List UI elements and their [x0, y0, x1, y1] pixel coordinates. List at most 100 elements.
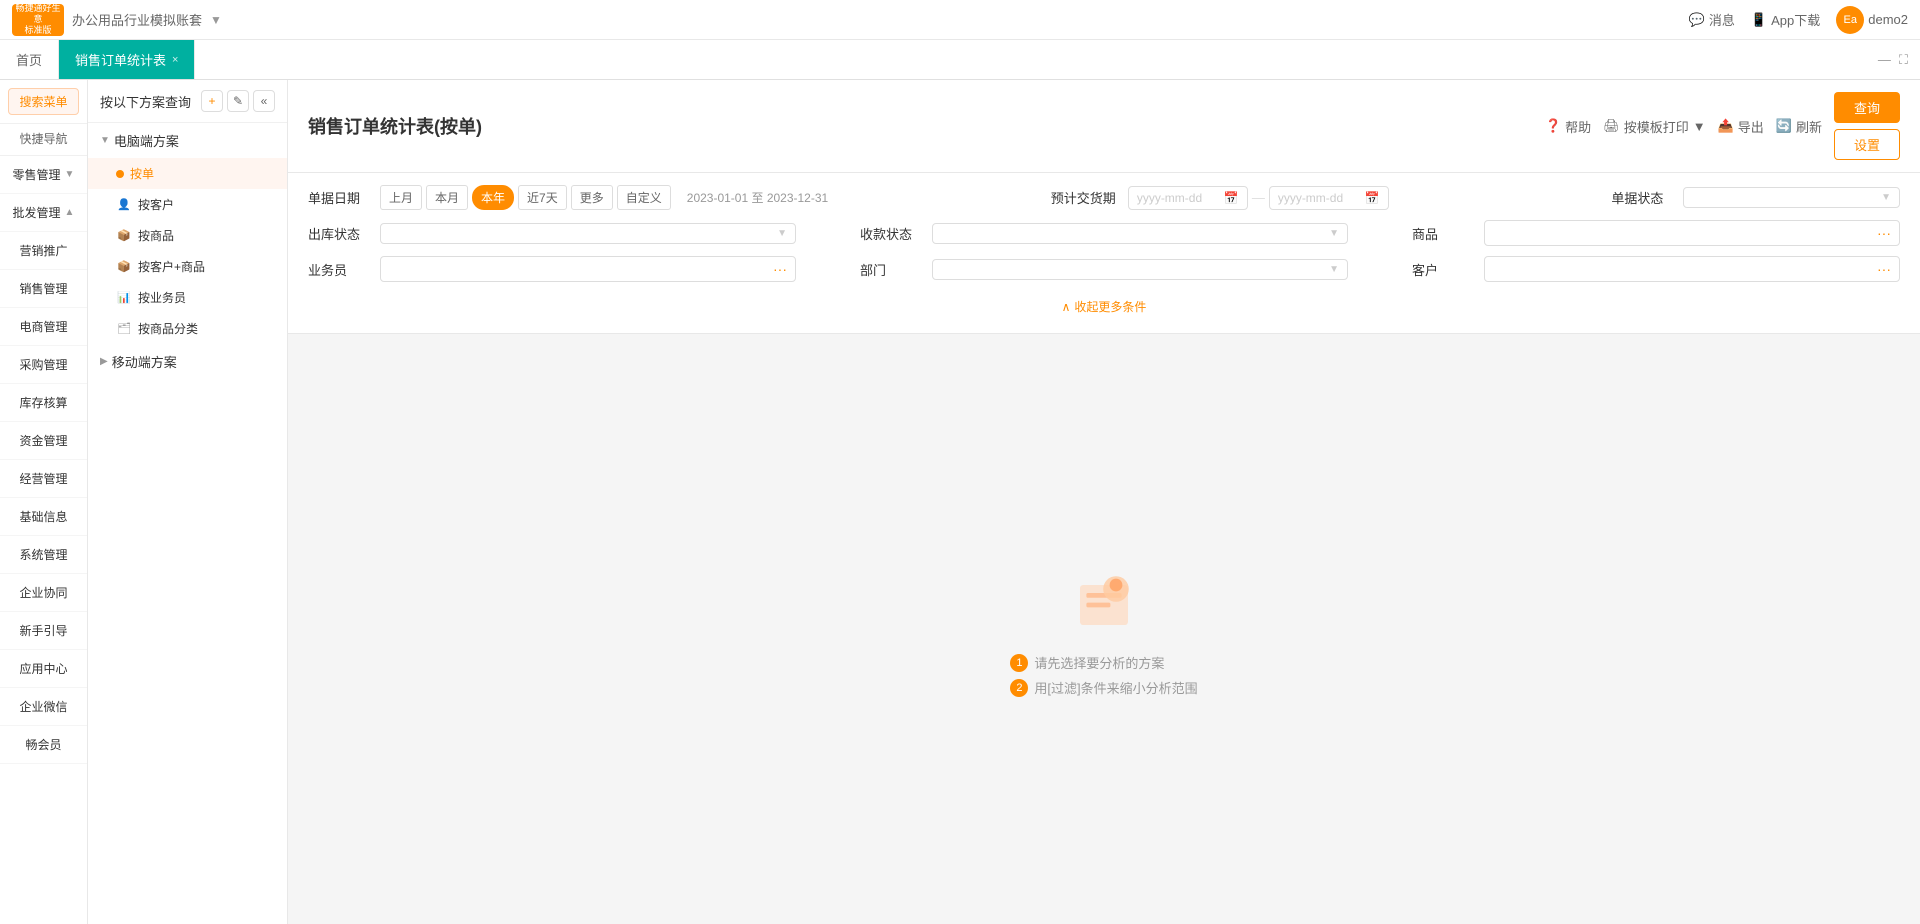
add-scheme-button[interactable]: + [201, 90, 223, 112]
help-button[interactable]: ❓ 帮助 [1545, 117, 1591, 136]
salesperson-more-icon[interactable]: ··· [773, 261, 787, 277]
scheme-item-by-salesperson[interactable]: 📊 按业务员 [88, 282, 287, 313]
sidebar-item-purchase[interactable]: 采购管理 [0, 346, 87, 384]
salesperson-select[interactable]: ··· [380, 256, 796, 282]
sidebar-item-retail[interactable]: 零售管理 ▼ [0, 156, 87, 194]
sidebar-search-area: 搜索菜单 [0, 80, 87, 124]
tab-home[interactable]: 首页 [0, 40, 59, 79]
category-scheme-icon: 🗂 [116, 321, 132, 337]
right-panel: 销售订单统计表(按单) ❓ 帮助 🖨 按模板打印 ▼ 📤 导出 [288, 80, 1920, 924]
dept-label: 部门 [860, 260, 920, 279]
topbar-dropdown[interactable]: ▼ [210, 13, 222, 27]
sidebar-item-enterprise[interactable]: 企业协同 [0, 574, 87, 612]
customer-select[interactable]: ··· [1484, 256, 1900, 282]
print-icon: 🖨 [1603, 118, 1620, 134]
action-buttons: 查询 设置 [1834, 92, 1900, 160]
date-btn-this-year[interactable]: 本年 [472, 185, 514, 210]
sidebar-item-marketing[interactable]: 营销推广 [0, 232, 87, 270]
retail-arrow-icon: ▼ [65, 169, 75, 180]
mobile-scheme-group-header[interactable]: ▶ 移动端方案 [88, 344, 287, 379]
left-panel: 按以下方案查询 + ✎ « ▼ 电脑端方案 按单 👤 按客户 [88, 80, 288, 924]
date-label: 单据日期 [308, 188, 368, 207]
export-icon: 📤 [1718, 118, 1734, 134]
export-button[interactable]: 📤 导出 [1718, 117, 1764, 136]
left-panel-icons: + ✎ « [201, 90, 275, 112]
filter-row-status: 出库状态 ▼ 收款状态 ▼ 商品 ··· [308, 220, 1900, 246]
app-download-button[interactable]: 📱 App下载 [1751, 10, 1820, 29]
date-btn-more[interactable]: 更多 [571, 185, 613, 210]
tab-sales-order-stats[interactable]: 销售订单统计表 × [59, 40, 195, 79]
sidebar-item-newbie[interactable]: 新手引导 [0, 612, 87, 650]
query-button[interactable]: 查询 [1834, 92, 1900, 123]
left-panel-header: 按以下方案查询 + ✎ « [88, 80, 287, 123]
order-status-label: 单据状态 [1611, 188, 1671, 207]
sidebar-item-sales[interactable]: 销售管理 [0, 270, 87, 308]
quicknav-button[interactable]: 快捷导航 [0, 124, 87, 156]
date-range-display: 2023-01-01 至 2023-12-31 [687, 189, 828, 206]
page-actions: ❓ 帮助 🖨 按模板打印 ▼ 📤 导出 🔄 刷新 [1545, 92, 1900, 160]
message-button[interactable]: 💬 消息 [1689, 10, 1735, 29]
message-icon: 💬 [1689, 12, 1705, 28]
help-icon: ❓ [1545, 118, 1561, 134]
user-profile[interactable]: Ea demo2 [1836, 6, 1908, 34]
scheme-item-by-customer[interactable]: 👤 按客户 [88, 189, 287, 220]
edit-scheme-button[interactable]: ✎ [227, 90, 249, 112]
customer-more-icon[interactable]: ··· [1877, 261, 1891, 277]
date-btn-this-month[interactable]: 本月 [426, 185, 468, 210]
goods-more-icon[interactable]: ··· [1877, 225, 1891, 241]
page-title: 销售订单统计表(按单) [308, 113, 482, 139]
collapse-filter-button[interactable]: ∧ 收起更多条件 [1062, 292, 1147, 321]
dept-dropdown-icon: ▼ [1329, 264, 1339, 275]
topbar-title: 办公用品行业模拟账套 [72, 10, 202, 29]
customer-label: 客户 [1412, 260, 1472, 279]
goods-select[interactable]: ··· [1484, 220, 1900, 246]
scheme-item-by-goods[interactable]: 📦 按商品 [88, 220, 287, 251]
maximize-icon[interactable]: ⛶ [1899, 52, 1908, 68]
date-btn-last-7days[interactable]: 近7天 [518, 185, 567, 210]
sidebar-item-ecommerce[interactable]: 电商管理 [0, 308, 87, 346]
filter-area: 单据日期 上月 本月 本年 近7天 更多 自定义 2023-01-01 至 20… [288, 173, 1920, 334]
salesperson-label: 业务员 [308, 260, 368, 279]
refresh-button[interactable]: 🔄 刷新 [1776, 117, 1822, 136]
date-btn-last-month[interactable]: 上月 [380, 185, 422, 210]
minimize-icon[interactable]: — [1878, 52, 1891, 67]
tab-close-icon[interactable]: × [172, 54, 178, 66]
page-header: 销售订单统计表(按单) ❓ 帮助 🖨 按模板打印 ▼ 📤 导出 [288, 80, 1920, 173]
search-menu-button[interactable]: 搜索菜单 [8, 88, 79, 115]
calendar-end-icon: 📅 [1365, 191, 1380, 205]
sidebar: 搜索菜单 快捷导航 零售管理 ▼ 批发管理 ▲ 营销推广 销售管理 电商管理 采… [0, 80, 88, 924]
sidebar-item-wholesale[interactable]: 批发管理 ▲ [0, 194, 87, 232]
topbar-right: 💬 消息 📱 App下载 Ea demo2 [1689, 6, 1908, 34]
settings-button[interactable]: 设置 [1834, 129, 1900, 160]
hint-num-2: 2 [1010, 679, 1028, 697]
expected-date-end[interactable]: yyyy-mm-dd 📅 [1269, 186, 1389, 210]
order-status-select[interactable]: ▼ [1683, 187, 1900, 208]
sidebar-item-wechat[interactable]: 企业微信 [0, 688, 87, 726]
scheme-item-by-customer-goods[interactable]: 📦 按客户+商品 [88, 251, 287, 282]
payment-status-select[interactable]: ▼ [932, 223, 1348, 244]
sidebar-item-member[interactable]: 畅会员 [0, 726, 87, 764]
payment-status-dropdown-icon: ▼ [1329, 228, 1339, 239]
topbar: 畅捷通好生意 标准版 办公用品行业模拟账套 ▼ 💬 消息 📱 App下载 Ea … [0, 0, 1920, 40]
sidebar-item-app-center[interactable]: 应用中心 [0, 650, 87, 688]
collapse-panel-button[interactable]: « [253, 90, 275, 112]
empty-hint-1: 1 请先选择要分析的方案 [1010, 653, 1197, 672]
print-button[interactable]: 🖨 按模板打印 ▼ [1603, 117, 1705, 136]
date-btn-custom[interactable]: 自定义 [617, 185, 671, 210]
expected-date-group: yyyy-mm-dd 📅 — yyyy-mm-dd 📅 [1128, 186, 1389, 210]
sidebar-item-finance[interactable]: 资金管理 [0, 422, 87, 460]
sidebar-item-basic-info[interactable]: 基础信息 [0, 498, 87, 536]
out-status-select[interactable]: ▼ [380, 223, 796, 244]
empty-state: 1 请先选择要分析的方案 2 用[过滤]条件来缩小分析范围 [1010, 561, 1197, 697]
scheme-item-by-category[interactable]: 🗂 按商品分类 [88, 313, 287, 344]
customer-goods-scheme-icon: 📦 [116, 259, 132, 275]
sidebar-item-inventory[interactable]: 库存核算 [0, 384, 87, 422]
scheme-item-by-order[interactable]: 按单 [88, 158, 287, 189]
refresh-icon: 🔄 [1776, 118, 1792, 134]
dept-select[interactable]: ▼ [932, 259, 1348, 280]
empty-hints: 1 请先选择要分析的方案 2 用[过滤]条件来缩小分析范围 [1010, 653, 1197, 697]
expected-date-start[interactable]: yyyy-mm-dd 📅 [1128, 186, 1248, 210]
sidebar-item-system[interactable]: 系统管理 [0, 536, 87, 574]
sidebar-item-operations[interactable]: 经营管理 [0, 460, 87, 498]
pc-scheme-group-header[interactable]: ▼ 电脑端方案 [88, 123, 287, 158]
